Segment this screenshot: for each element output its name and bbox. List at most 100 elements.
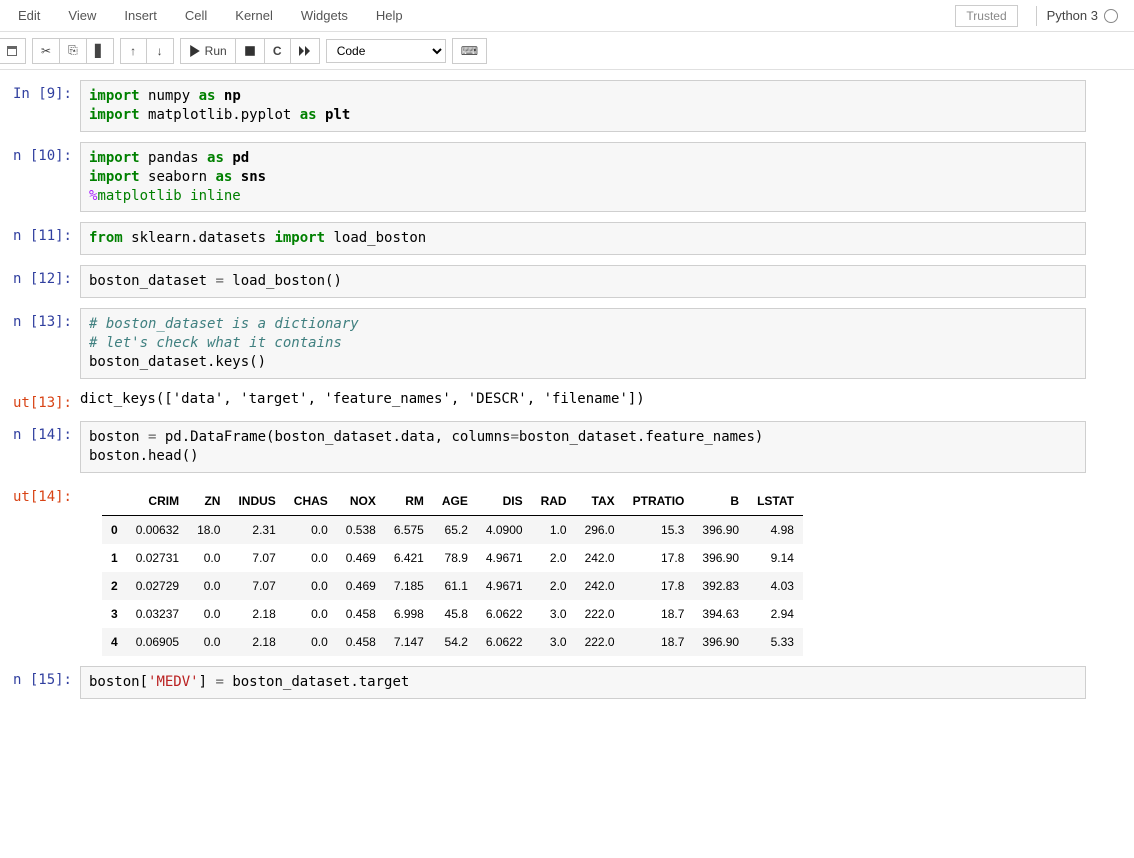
code-input[interactable]: import pandas as pd import seaborn as sn…: [80, 142, 1086, 213]
menu-view[interactable]: View: [54, 2, 110, 29]
move-down-button[interactable]: ↓: [147, 39, 173, 63]
copy-button[interactable]: ⎘: [60, 39, 87, 63]
menu-widgets[interactable]: Widgets: [287, 2, 362, 29]
table-cell: 2.0: [532, 572, 576, 600]
kernel-name[interactable]: Python 3: [1047, 8, 1098, 23]
table-cell: 0.0: [285, 515, 337, 544]
save-button[interactable]: [0, 39, 25, 63]
table-cell: 2.18: [229, 628, 284, 656]
table-cell: 54.2: [433, 628, 477, 656]
celltype-select[interactable]: Code: [326, 39, 446, 63]
cell-15[interactable]: n [15]: boston['MEDV'] = boston_dataset.…: [0, 666, 1134, 699]
row-index: 2: [102, 572, 127, 600]
table-cell: 0.0: [285, 600, 337, 628]
restart-button[interactable]: C: [265, 39, 291, 63]
menubar: Edit View Insert Cell Kernel Widgets Hel…: [0, 0, 1134, 32]
table-cell: 18.7: [624, 628, 694, 656]
table-cell: 7.07: [229, 572, 284, 600]
table-cell: 396.90: [693, 628, 748, 656]
interrupt-button[interactable]: [236, 39, 265, 63]
table-cell: 394.63: [693, 600, 748, 628]
column-header: RAD: [532, 487, 576, 516]
cut-icon: ✂: [41, 44, 51, 58]
kernel-idle-icon: [1104, 9, 1118, 23]
paste-button[interactable]: ▋: [87, 39, 113, 63]
in-prompt: n [12]:: [0, 265, 80, 287]
cell-9[interactable]: In [9]: import numpy as np import matplo…: [0, 80, 1134, 132]
restart-run-all-button[interactable]: [291, 39, 319, 63]
table-cell: 0.0: [188, 572, 229, 600]
code-input[interactable]: boston = pd.DataFrame(boston_dataset.dat…: [80, 421, 1086, 473]
table-cell: 9.14: [748, 544, 803, 572]
stop-icon: [244, 45, 256, 57]
table-cell: 65.2: [433, 515, 477, 544]
in-prompt: n [13]:: [0, 308, 80, 330]
table-cell: 2.18: [229, 600, 284, 628]
table-cell: 4.03: [748, 572, 803, 600]
in-prompt: n [15]:: [0, 666, 80, 688]
row-index: 3: [102, 600, 127, 628]
table-cell: 4.9671: [477, 572, 532, 600]
fast-forward-icon: [299, 45, 311, 57]
table-row: 10.027310.07.070.00.4696.42178.94.96712.…: [102, 544, 803, 572]
cell-10[interactable]: n [10]: import pandas as pd import seabo…: [0, 142, 1134, 213]
run-button[interactable]: Run: [181, 39, 236, 63]
table-cell: 6.421: [385, 544, 433, 572]
table-cell: 0.469: [337, 572, 385, 600]
table-cell: 17.8: [624, 572, 694, 600]
cell-12[interactable]: n [12]: boston_dataset = load_boston(): [0, 265, 1134, 298]
table-row: 00.0063218.02.310.00.5386.57565.24.09001…: [102, 515, 803, 544]
table-cell: 0.06905: [127, 628, 188, 656]
table-cell: 78.9: [433, 544, 477, 572]
menu-kernel[interactable]: Kernel: [221, 2, 287, 29]
cell-13[interactable]: n [13]: # boston_dataset is a dictionary…: [0, 308, 1134, 379]
cell-11[interactable]: n [11]: from sklearn.datasets import loa…: [0, 222, 1134, 255]
column-header: CHAS: [285, 487, 337, 516]
column-header: PTRATIO: [624, 487, 694, 516]
move-up-button[interactable]: ↑: [121, 39, 147, 63]
index-header: [102, 487, 127, 516]
row-index: 1: [102, 544, 127, 572]
trusted-badge[interactable]: Trusted: [955, 5, 1017, 27]
menu-cell[interactable]: Cell: [171, 2, 221, 29]
table-cell: 6.575: [385, 515, 433, 544]
column-header: B: [693, 487, 748, 516]
code-input[interactable]: boston_dataset = load_boston(): [80, 265, 1086, 298]
table-cell: 0.02731: [127, 544, 188, 572]
table-cell: 15.3: [624, 515, 694, 544]
table-cell: 4.9671: [477, 544, 532, 572]
table-cell: 0.03237: [127, 600, 188, 628]
code-input[interactable]: boston['MEDV'] = boston_dataset.target: [80, 666, 1086, 699]
table-cell: 0.0: [188, 544, 229, 572]
run-label: Run: [205, 44, 227, 58]
command-palette-button[interactable]: ⌨: [453, 39, 486, 63]
code-input[interactable]: # boston_dataset is a dictionary # let's…: [80, 308, 1086, 379]
table-cell: 2.0: [532, 544, 576, 572]
table-cell: 5.33: [748, 628, 803, 656]
save-icon: [7, 46, 17, 56]
code-input[interactable]: import numpy as np import matplotlib.pyp…: [80, 80, 1086, 132]
table-cell: 3.0: [532, 628, 576, 656]
arrow-down-icon: ↓: [157, 44, 163, 58]
table-row: 40.069050.02.180.00.4587.14754.26.06223.…: [102, 628, 803, 656]
code-input[interactable]: from sklearn.datasets import load_boston: [80, 222, 1086, 255]
table-cell: 1.0: [532, 515, 576, 544]
table-cell: 222.0: [576, 628, 624, 656]
dict-keys-output: dict_keys(['data', 'target', 'feature_na…: [80, 389, 1086, 411]
in-prompt: n [11]:: [0, 222, 80, 244]
table-cell: 6.998: [385, 600, 433, 628]
output-13: ut[13]: dict_keys(['data', 'target', 'fe…: [0, 389, 1134, 411]
menu-insert[interactable]: Insert: [110, 2, 171, 29]
row-index: 0: [102, 515, 127, 544]
table-cell: 7.185: [385, 572, 433, 600]
column-header: INDUS: [229, 487, 284, 516]
table-cell: 0.0: [188, 600, 229, 628]
table-cell: 6.0622: [477, 600, 532, 628]
menu-help[interactable]: Help: [362, 2, 417, 29]
cut-button[interactable]: ✂: [33, 39, 60, 63]
table-cell: 0.00632: [127, 515, 188, 544]
table-cell: 0.469: [337, 544, 385, 572]
cell-14[interactable]: n [14]: boston = pd.DataFrame(boston_dat…: [0, 421, 1134, 473]
menu-edit[interactable]: Edit: [4, 2, 54, 29]
notebook-area: In [9]: import numpy as np import matplo…: [0, 70, 1134, 699]
